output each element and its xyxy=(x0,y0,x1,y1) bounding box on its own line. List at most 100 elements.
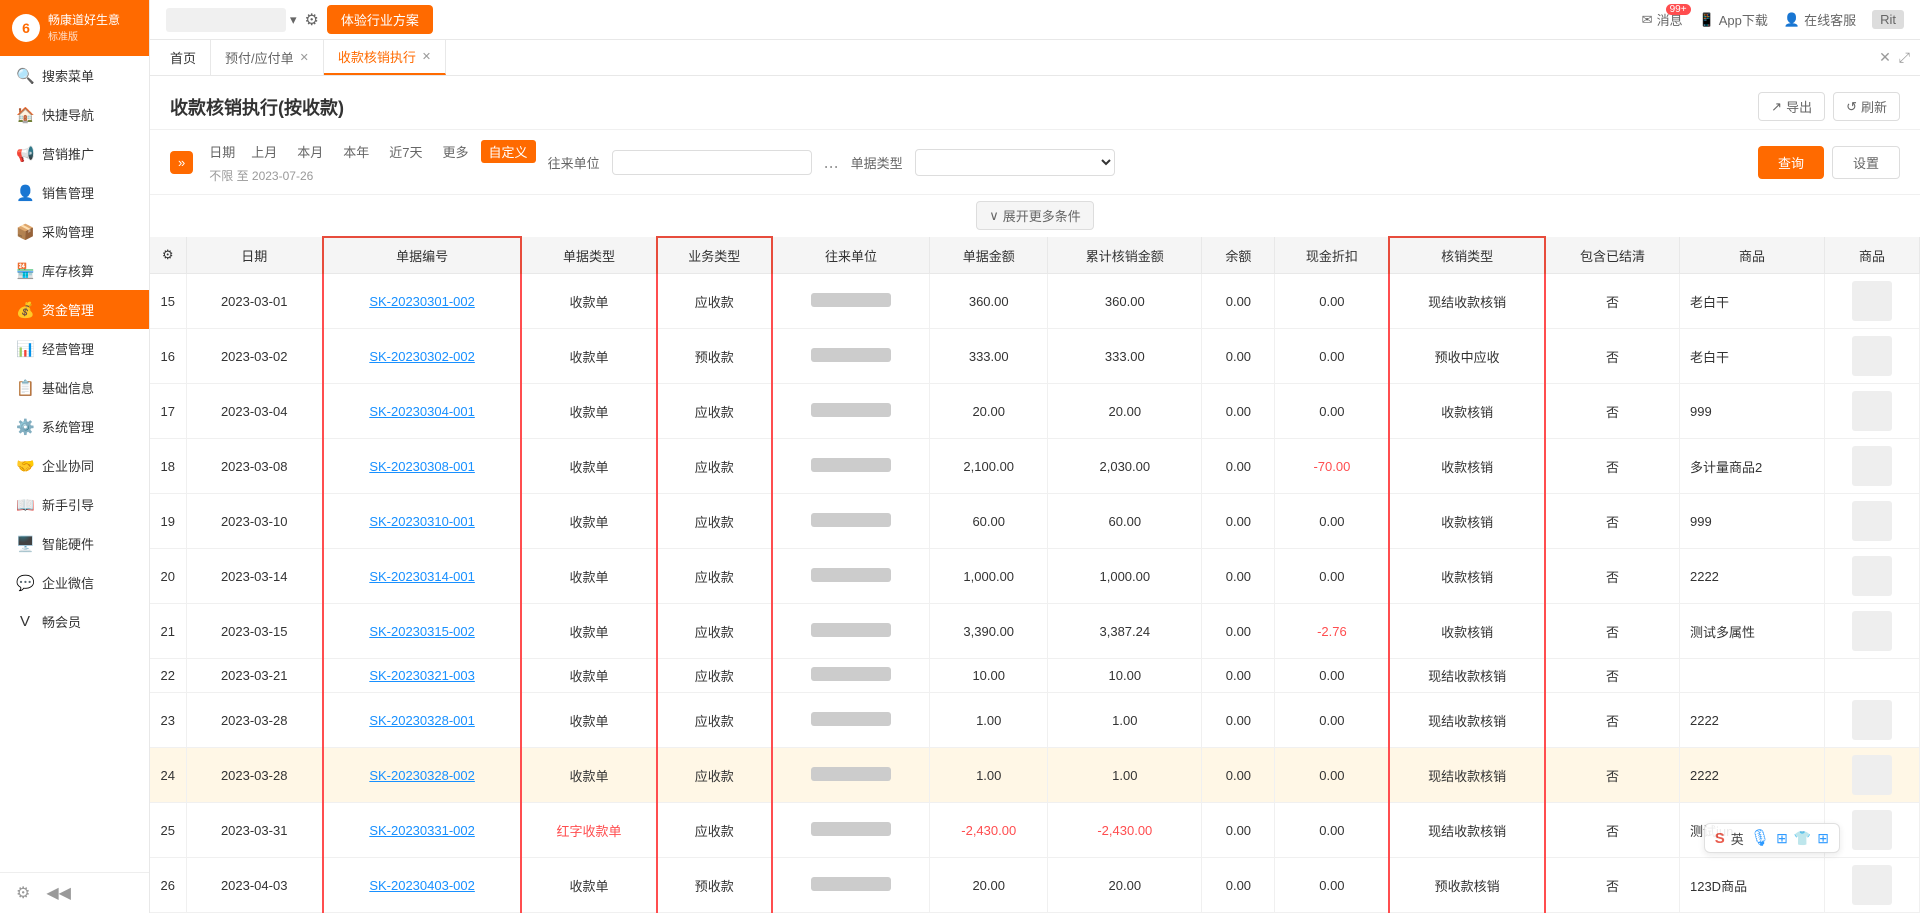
td-amount: 360.00 xyxy=(930,274,1048,329)
tab-payable[interactable]: 预付/应付单 ✕ xyxy=(211,40,324,75)
collapse-icon[interactable]: ◀◀ xyxy=(46,883,71,903)
expand-more-button[interactable]: ∨ 展开更多条件 xyxy=(976,201,1094,230)
sidebar-item-finance[interactable]: 💰 资金管理 xyxy=(0,290,149,329)
wechat-icon: 💬 xyxy=(16,574,34,592)
user-avatar[interactable]: Rit xyxy=(1872,10,1904,29)
tab-collection[interactable]: 收款核销执行 ✕ xyxy=(324,40,446,75)
th-biz-type[interactable]: 业务类型 xyxy=(657,237,772,274)
table-row: 16 2023-03-02 SK-20230302-002 收款单 预收款 33… xyxy=(150,329,1920,384)
sidebar-item-hardware[interactable]: 🖥️ 智能硬件 xyxy=(0,524,149,563)
td-amount: 20.00 xyxy=(930,858,1048,913)
date-btn-this-month[interactable]: 本月 xyxy=(289,140,331,163)
td-cash-discount: 0.00 xyxy=(1275,549,1389,604)
td-doc-no[interactable]: SK-20230304-001 xyxy=(323,384,521,439)
tab-collection-close[interactable]: ✕ xyxy=(422,50,431,63)
sidebar-item-wechat[interactable]: 💬 企业微信 xyxy=(0,563,149,602)
sidebar-item-marketing[interactable]: 📢 营销推广 xyxy=(0,134,149,173)
sidebar-item-basic[interactable]: 📋 基础信息 xyxy=(0,368,149,407)
date-btn-custom[interactable]: 自定义 xyxy=(481,140,536,163)
tab-home[interactable]: 首页 xyxy=(150,40,211,75)
td-doc-no[interactable]: SK-20230302-002 xyxy=(323,329,521,384)
filter-expand-button[interactable]: » xyxy=(170,151,193,174)
sidebar-item-inventory[interactable]: 🏪 库存核算 xyxy=(0,251,149,290)
td-doc-no[interactable]: SK-20230310-001 xyxy=(323,494,521,549)
th-cash-discount[interactable]: 现金折扣 xyxy=(1275,237,1389,274)
tab-payable-label: 预付/应付单 xyxy=(225,48,294,67)
refresh-button[interactable]: ↺ 刷新 xyxy=(1833,92,1900,121)
topbar-selector[interactable]: ▾ xyxy=(166,8,297,32)
th-counterparty[interactable]: 往来单位 xyxy=(772,237,930,274)
tab-close-all-icon[interactable]: ✕ xyxy=(1879,49,1891,66)
sidebar-item-wechat-label: 企业微信 xyxy=(42,573,94,592)
td-date: 2023-03-28 xyxy=(186,693,323,748)
td-doc-type: 收款单 xyxy=(521,858,656,913)
page-header: 收款核销执行(按收款) ↗ 导出 ↺ 刷新 xyxy=(150,76,1920,130)
date-range-text: 不限 至 2023-07-26 xyxy=(209,167,313,184)
app-download-item[interactable]: 📱 App下载 xyxy=(1699,10,1768,29)
tab-payable-close[interactable]: ✕ xyxy=(300,51,309,64)
purchase-icon: 📦 xyxy=(16,223,34,241)
settings-button[interactable]: 设置 xyxy=(1832,146,1900,179)
sidebar-item-quick-nav[interactable]: 🏠 快捷导航 xyxy=(0,95,149,134)
th-settings[interactable]: ⚙ xyxy=(150,237,186,274)
td-doc-no[interactable]: SK-20230315-002 xyxy=(323,604,521,659)
service-item[interactable]: 👤 在线客服 xyxy=(1784,10,1856,29)
sidebar-item-operation[interactable]: 📊 经营管理 xyxy=(0,329,149,368)
solution-button[interactable]: 体验行业方案 xyxy=(327,5,433,34)
td-doc-no[interactable]: SK-20230328-002 xyxy=(323,748,521,803)
message-item[interactable]: ✉ 消息 99+ xyxy=(1642,10,1683,29)
td-doc-no[interactable]: SK-20230314-001 xyxy=(323,549,521,604)
th-goods2[interactable]: 商品 xyxy=(1825,237,1920,274)
counterparty-dots[interactable]: ... xyxy=(824,152,839,173)
basic-icon: 📋 xyxy=(16,379,34,397)
td-goods1 xyxy=(1679,659,1824,693)
td-doc-no[interactable]: SK-20230328-001 xyxy=(323,693,521,748)
sidebar-item-enterprise[interactable]: 🤝 企业协同 xyxy=(0,446,149,485)
date-btn-last-month[interactable]: 上月 xyxy=(243,140,285,163)
td-cash-discount: 0.00 xyxy=(1275,803,1389,858)
system-icon: ⚙️ xyxy=(16,418,34,436)
counterparty-input[interactable] xyxy=(612,150,812,175)
td-cum-amount: -2,430.00 xyxy=(1048,803,1202,858)
td-doc-no[interactable]: SK-20230301-002 xyxy=(323,274,521,329)
topbar-gear-icon[interactable]: ⚙ xyxy=(305,10,319,30)
receipt-type-select[interactable] xyxy=(915,149,1115,176)
date-btn-this-year[interactable]: 本年 xyxy=(335,140,377,163)
td-doc-no[interactable]: SK-20230321-003 xyxy=(323,659,521,693)
th-cum-amount[interactable]: 累计核销金额 xyxy=(1048,237,1202,274)
export-button[interactable]: ↗ 导出 xyxy=(1758,92,1825,121)
th-amount[interactable]: 单据金额 xyxy=(930,237,1048,274)
th-date[interactable]: 日期 xyxy=(186,237,323,274)
date-btn-7days[interactable]: 近7天 xyxy=(381,140,430,163)
query-button[interactable]: 查询 xyxy=(1758,146,1824,179)
th-cancel-type[interactable]: 核销类型 xyxy=(1389,237,1545,274)
date-btn-more[interactable]: 更多 xyxy=(435,140,477,163)
sidebar-item-system[interactable]: ⚙️ 系统管理 xyxy=(0,407,149,446)
tab-expand-icon[interactable]: ⤢ xyxy=(1899,49,1910,66)
sidebar-item-guide[interactable]: 📖 新手引导 xyxy=(0,485,149,524)
td-balance: 0.00 xyxy=(1202,274,1275,329)
sidebar-item-purchase[interactable]: 📦 采购管理 xyxy=(0,212,149,251)
td-goods2 xyxy=(1825,748,1920,803)
td-goods2 xyxy=(1825,439,1920,494)
th-doc-no[interactable]: 单据编号 xyxy=(323,237,521,274)
sidebar-item-member[interactable]: V 畅会员 xyxy=(0,602,149,641)
td-doc-no[interactable]: SK-20230308-001 xyxy=(323,439,521,494)
table-row: 18 2023-03-08 SK-20230308-001 收款单 应收款 2,… xyxy=(150,439,1920,494)
sidebar-item-search[interactable]: 🔍 搜索菜单 xyxy=(0,56,149,95)
th-balance[interactable]: 余额 xyxy=(1202,237,1275,274)
table-row: 23 2023-03-28 SK-20230328-001 收款单 应收款 1.… xyxy=(150,693,1920,748)
td-doc-no[interactable]: SK-20230331-002 xyxy=(323,803,521,858)
td-amount: 333.00 xyxy=(930,329,1048,384)
table-row: 20 2023-03-14 SK-20230314-001 收款单 应收款 1,… xyxy=(150,549,1920,604)
td-date: 2023-03-14 xyxy=(186,549,323,604)
sidebar-item-marketing-label: 营销推广 xyxy=(42,144,94,163)
th-included[interactable]: 包含已结清 xyxy=(1545,237,1680,274)
th-doc-type[interactable]: 单据类型 xyxy=(521,237,656,274)
th-goods1[interactable]: 商品 xyxy=(1679,237,1824,274)
td-included: 否 xyxy=(1545,748,1680,803)
td-included: 否 xyxy=(1545,384,1680,439)
settings-bottom-icon[interactable]: ⚙ xyxy=(16,883,30,903)
td-doc-no[interactable]: SK-20230403-002 xyxy=(323,858,521,913)
sidebar-item-sales[interactable]: 👤 销售管理 xyxy=(0,173,149,212)
